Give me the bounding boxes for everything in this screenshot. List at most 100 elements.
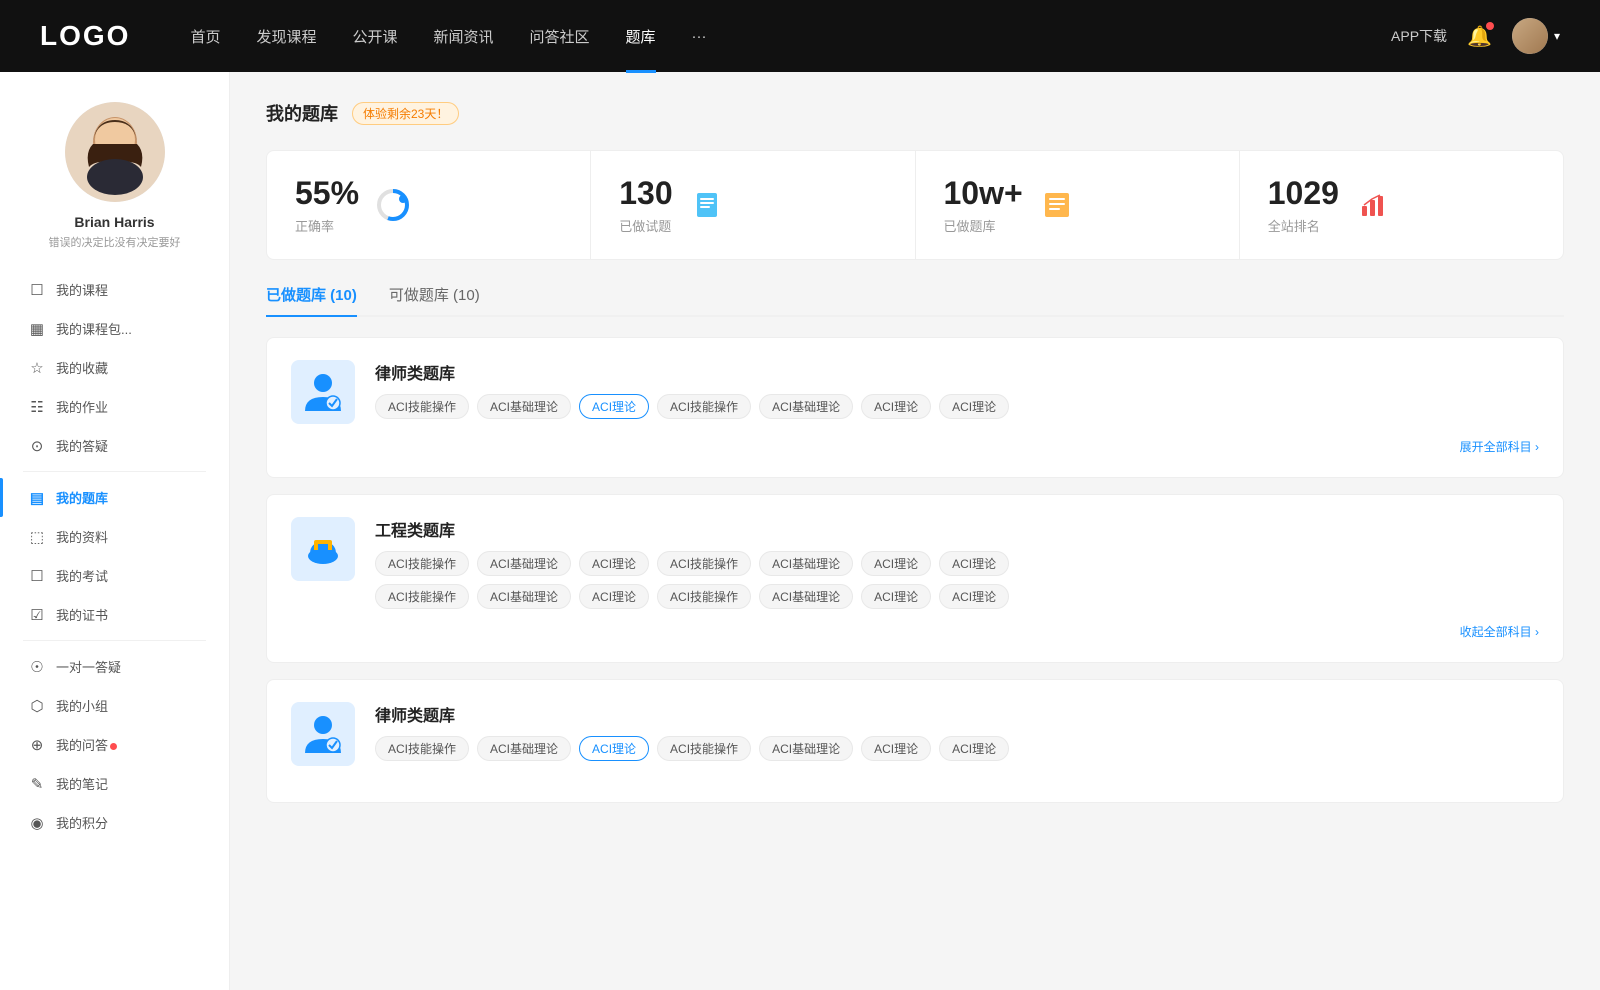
sidebar: Brian Harris 错误的决定比没有决定要好 ☐ 我的课程 ▦ 我的课程包… <box>0 72 230 990</box>
bar-chart-icon: ▦ <box>28 320 46 338</box>
pie-chart-icon <box>375 187 411 223</box>
page-title: 我的题库 <box>266 100 338 126</box>
tag[interactable]: ACI技能操作 <box>657 394 751 419</box>
tag-active[interactable]: ACI理论 <box>579 394 649 419</box>
profile-icon: ⬚ <box>28 528 46 546</box>
logo: LOGO <box>40 20 130 52</box>
tag[interactable]: ACI理论 <box>939 736 1009 761</box>
tag[interactable]: ACI理论 <box>861 584 931 609</box>
nav-link-news[interactable]: 新闻资讯 <box>434 26 494 47</box>
tag-active[interactable]: ACI理论 <box>579 736 649 761</box>
tab-done-banks[interactable]: 已做题库 (10) <box>266 284 357 315</box>
stat-done-questions: 130 已做试题 <box>591 151 915 259</box>
tag[interactable]: ACI理论 <box>939 584 1009 609</box>
sidebar-divider <box>23 471 206 472</box>
tag[interactable]: ACI基础理论 <box>477 394 571 419</box>
nav-link-more[interactable]: ··· <box>692 28 707 45</box>
tag[interactable]: ACI基础理论 <box>759 394 853 419</box>
stat-banks-value: 10w+ <box>944 175 1023 212</box>
document-icon <box>689 187 725 223</box>
sidebar-item-one-on-one[interactable]: ☉ 一对一答疑 <box>0 647 229 686</box>
stat-done-banks: 10w+ 已做题库 <box>916 151 1240 259</box>
navbar: LOGO 首页 发现课程 公开课 新闻资讯 问答社区 题库 ··· APP下载 … <box>0 0 1600 72</box>
nav-link-home[interactable]: 首页 <box>190 26 220 47</box>
collapse-link-engineer[interactable]: 收起全部科目 › <box>291 623 1539 640</box>
stat-accuracy-label: 正确率 <box>295 216 359 235</box>
tag[interactable]: ACI技能操作 <box>375 736 469 761</box>
nav-link-bank[interactable]: 题库 <box>626 26 656 47</box>
user-menu-button[interactable]: ▾ <box>1512 18 1560 54</box>
tag[interactable]: ACI技能操作 <box>657 551 751 576</box>
nav-link-discover[interactable]: 发现课程 <box>256 26 316 47</box>
app-download-button[interactable]: APP下载 <box>1391 26 1447 46</box>
tag[interactable]: ACI基础理论 <box>477 551 571 576</box>
stats-row: 55% 正确率 130 已做试题 <box>266 150 1564 260</box>
tab-available-banks[interactable]: 可做题库 (10) <box>389 284 480 315</box>
sidebar-item-groups[interactable]: ⬡ 我的小组 <box>0 686 229 725</box>
stat-rank-label: 全站排名 <box>1268 216 1339 235</box>
tag[interactable]: ACI基础理论 <box>759 736 853 761</box>
user-name: Brian Harris <box>74 214 154 230</box>
nav-links: 首页 发现课程 公开课 新闻资讯 问答社区 题库 ··· <box>190 26 1391 47</box>
stat-rank-value: 1029 <box>1268 175 1339 212</box>
user-motto: 错误的决定比没有决定要好 <box>49 234 181 250</box>
page-header: 我的题库 体验剩余23天！ <box>266 100 1564 126</box>
tag[interactable]: ACI基础理论 <box>477 584 571 609</box>
tag[interactable]: ACI基础理论 <box>477 736 571 761</box>
trial-badge: 体验剩余23天！ <box>352 102 459 125</box>
sidebar-item-certificate[interactable]: ☑ 我的证书 <box>0 595 229 634</box>
qa-icon: ⊕ <box>28 736 46 754</box>
tag[interactable]: ACI理论 <box>861 736 931 761</box>
bank-icon: ▤ <box>28 489 46 507</box>
sidebar-item-questions[interactable]: ⊙ 我的答疑 <box>0 426 229 465</box>
notification-dot <box>110 743 117 750</box>
profile-avatar <box>65 102 165 202</box>
bank-card-lawyer-2: 律师类题库 ACI技能操作 ACI基础理论 ACI理论 ACI技能操作 ACI基… <box>266 679 1564 803</box>
lawyer-icon-2 <box>291 702 355 766</box>
expand-link-lawyer-1[interactable]: 展开全部科目 › <box>291 438 1539 455</box>
sidebar-item-points[interactable]: ◉ 我的积分 <box>0 803 229 842</box>
sidebar-item-course-packages[interactable]: ▦ 我的课程包... <box>0 309 229 348</box>
bank-card-lawyer-1: 律师类题库 ACI技能操作 ACI基础理论 ACI理论 ACI技能操作 ACI基… <box>266 337 1564 478</box>
stat-done-label: 已做试题 <box>619 216 672 235</box>
tag[interactable]: ACI技能操作 <box>375 551 469 576</box>
nav-link-qa[interactable]: 问答社区 <box>530 26 590 47</box>
star-icon: ☆ <box>28 359 46 377</box>
sidebar-item-bank[interactable]: ▤ 我的题库 <box>0 478 229 517</box>
tag[interactable]: ACI基础理论 <box>759 551 853 576</box>
tag[interactable]: ACI理论 <box>939 394 1009 419</box>
stat-accuracy-value: 55% <box>295 175 359 212</box>
tag[interactable]: ACI技能操作 <box>657 584 751 609</box>
sidebar-item-my-qa[interactable]: ⊕ 我的问答 <box>0 725 229 764</box>
tag[interactable]: ACI技能操作 <box>375 394 469 419</box>
sidebar-item-profile[interactable]: ⬚ 我的资料 <box>0 517 229 556</box>
main-layout: Brian Harris 错误的决定比没有决定要好 ☐ 我的课程 ▦ 我的课程包… <box>0 72 1600 990</box>
stat-ranking: 1029 全站排名 <box>1240 151 1563 259</box>
tag[interactable]: ACI理论 <box>861 394 931 419</box>
tags-row-lawyer-2: ACI技能操作 ACI基础理论 ACI理论 ACI技能操作 ACI基础理论 AC… <box>375 736 1539 761</box>
bank-card-engineer: 工程类题库 ACI技能操作 ACI基础理论 ACI理论 ACI技能操作 ACI基… <box>266 494 1564 663</box>
sidebar-item-homework[interactable]: ☷ 我的作业 <box>0 387 229 426</box>
tag[interactable]: ACI技能操作 <box>657 736 751 761</box>
points-icon: ◉ <box>28 814 46 832</box>
tag[interactable]: ACI理论 <box>579 584 649 609</box>
notes-icon: ✎ <box>28 775 46 793</box>
tag[interactable]: ACI理论 <box>579 551 649 576</box>
stat-accuracy: 55% 正确率 <box>267 151 591 259</box>
certificate-icon: ☑ <box>28 606 46 624</box>
bell-button[interactable]: 🔔 <box>1467 24 1492 49</box>
tag[interactable]: ACI基础理论 <box>759 584 853 609</box>
sidebar-item-favorites[interactable]: ☆ 我的收藏 <box>0 348 229 387</box>
homework-icon: ☷ <box>28 398 46 416</box>
sidebar-item-courses[interactable]: ☐ 我的课程 <box>0 270 229 309</box>
nav-link-open[interactable]: 公开课 <box>352 26 397 47</box>
tag[interactable]: ACI技能操作 <box>375 584 469 609</box>
question-circle-icon: ⊙ <box>28 437 46 455</box>
bank-name-lawyer-2: 律师类题库 <box>375 702 1539 726</box>
sidebar-item-exam[interactable]: ☐ 我的考试 <box>0 556 229 595</box>
group-icon: ⬡ <box>28 697 46 715</box>
sidebar-item-notes[interactable]: ✎ 我的笔记 <box>0 764 229 803</box>
tag[interactable]: ACI理论 <box>939 551 1009 576</box>
nav-right: APP下载 🔔 ▾ <box>1391 18 1560 54</box>
tag[interactable]: ACI理论 <box>861 551 931 576</box>
